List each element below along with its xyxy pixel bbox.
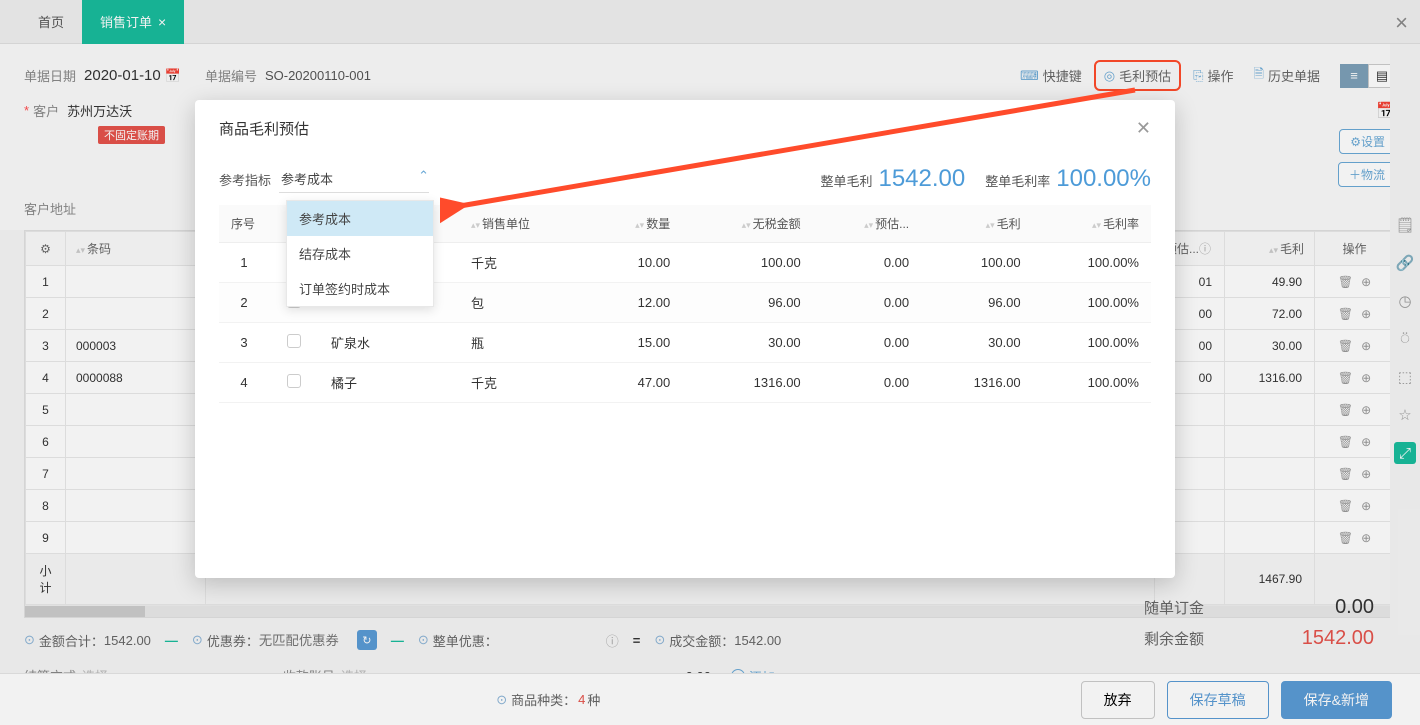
dropdown-option[interactable]: 参考成本: [287, 201, 433, 236]
modal-title: 商品毛利预估: [219, 118, 309, 139]
sort-icon[interactable]: ▴▾: [986, 222, 995, 228]
checkbox[interactable]: [287, 334, 301, 348]
order-profit-value: 1542.00: [878, 165, 965, 192]
col-amount: 无税金额: [753, 217, 801, 231]
col-qty: 数量: [646, 217, 670, 231]
filter-label: 参考指标: [219, 170, 271, 189]
reference-dropdown: 参考成本 结存成本 订单签约时成本: [286, 200, 434, 307]
table-row: 3矿泉水瓶15.0030.000.0030.00100.00%: [219, 323, 1151, 363]
col-est: 预估...: [875, 217, 909, 231]
col-rate: 毛利率: [1103, 217, 1139, 231]
sort-icon[interactable]: ▴▾: [864, 222, 873, 228]
profit-estimate-modal: 商品毛利预估 ✕ 参考指标 参考成本 ⌃ 整单毛利 1542.00 整单毛利率 10…: [195, 100, 1175, 578]
col-seq: 序号: [219, 205, 269, 243]
checkbox[interactable]: [287, 374, 301, 388]
order-profit-label: 整单毛利: [820, 174, 872, 189]
order-rate-value: 100.00%: [1056, 165, 1151, 192]
sort-icon[interactable]: ▴▾: [742, 222, 751, 228]
table-row: 4橘子千克47.001316.000.001316.00100.00%: [219, 363, 1151, 403]
dropdown-option[interactable]: 结存成本: [287, 236, 433, 271]
sort-icon[interactable]: ▴▾: [635, 222, 644, 228]
reference-select[interactable]: 参考成本 ⌃: [279, 165, 429, 193]
order-rate-label: 整单毛利率: [985, 174, 1050, 189]
modal-close-icon[interactable]: ✕: [1136, 118, 1151, 139]
col-unit: 销售单位: [482, 217, 530, 231]
col-profit: 毛利: [997, 217, 1021, 231]
dropdown-option[interactable]: 订单签约时成本: [287, 271, 433, 306]
chevron-up-icon: ⌃: [418, 168, 429, 184]
select-value: 参考成本: [281, 172, 333, 187]
sort-icon[interactable]: ▴▾: [1092, 222, 1101, 228]
sort-icon[interactable]: ▴▾: [471, 222, 480, 228]
